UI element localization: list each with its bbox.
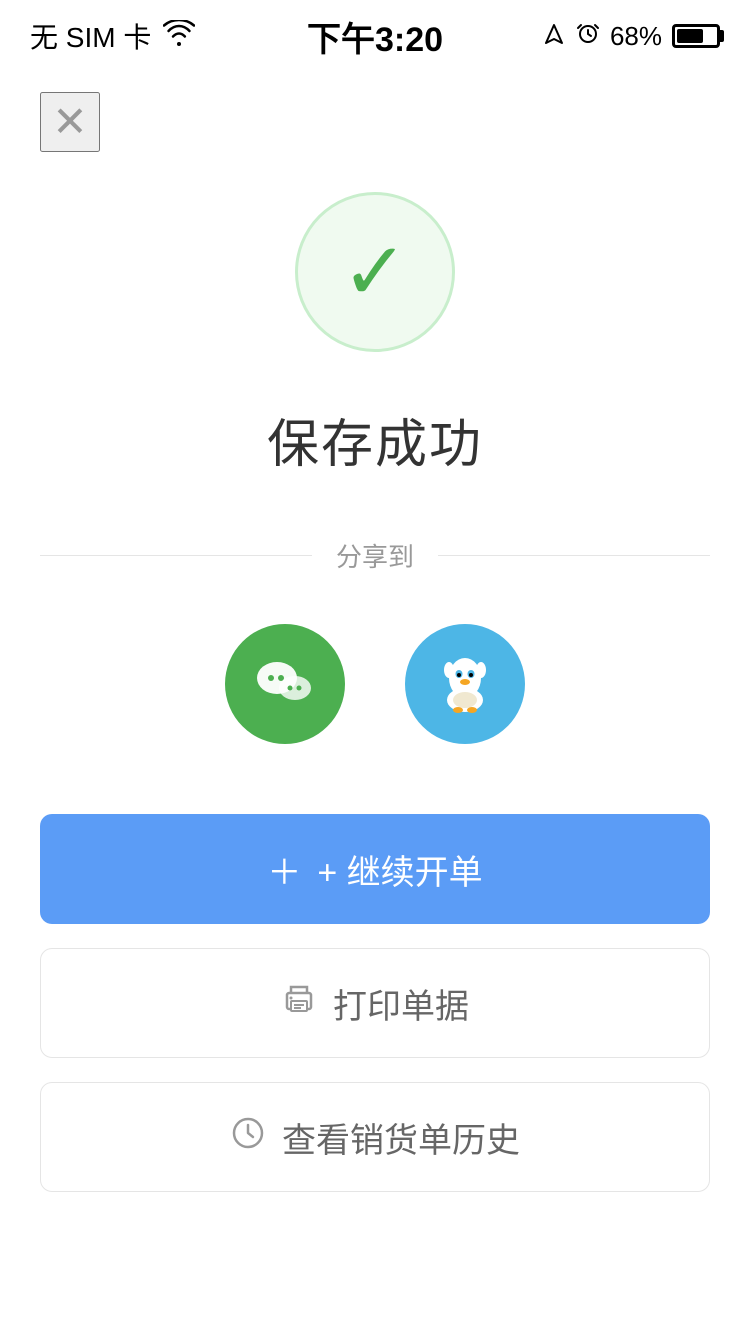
status-time: 下午3:20 [307, 12, 443, 61]
history-button[interactable]: 查看销货单历史 [40, 1082, 710, 1192]
qq-icon [431, 650, 499, 718]
share-divider-section: 分享到 [40, 537, 710, 574]
wechat-share-button[interactable] [225, 624, 345, 744]
location-icon [544, 21, 566, 52]
alarm-icon [576, 21, 600, 52]
checkmark-icon: ✓ [341, 232, 408, 312]
battery-percent: 68% [610, 21, 662, 52]
share-icons-container [225, 624, 525, 744]
success-title: 保存成功 [267, 402, 483, 477]
history-icon [230, 1115, 266, 1160]
share-divider-text: 分享到 [312, 537, 438, 574]
continue-order-label: + 继续开单 [317, 845, 482, 894]
success-icon-container: ✓ [295, 192, 455, 352]
status-left: 无 SIM 卡 [30, 16, 195, 56]
no-sim-text: 无 SIM 卡 [30, 16, 151, 56]
wifi-icon [163, 20, 195, 53]
divider-right [438, 555, 710, 556]
print-icon [281, 981, 317, 1026]
print-button[interactable]: 打印单据 [40, 948, 710, 1058]
main-content: ✕ ✓ 保存成功 分享到 [0, 72, 750, 1232]
history-label: 查看销货单历史 [282, 1113, 520, 1162]
print-label: 打印单据 [333, 979, 469, 1028]
action-buttons: ＋ + 继续开单 打印单据 [40, 814, 710, 1192]
status-right: 68% [544, 21, 720, 52]
wechat-icon [249, 648, 321, 720]
battery-icon [672, 24, 720, 48]
close-icon: ✕ [52, 101, 87, 143]
plus-icon: ＋ [267, 845, 301, 894]
divider-left [40, 555, 312, 556]
qq-share-button[interactable] [405, 624, 525, 744]
status-bar: 无 SIM 卡 下午3:20 68% [0, 0, 750, 72]
close-button[interactable]: ✕ [40, 92, 100, 152]
continue-order-button[interactable]: ＋ + 继续开单 [40, 814, 710, 924]
